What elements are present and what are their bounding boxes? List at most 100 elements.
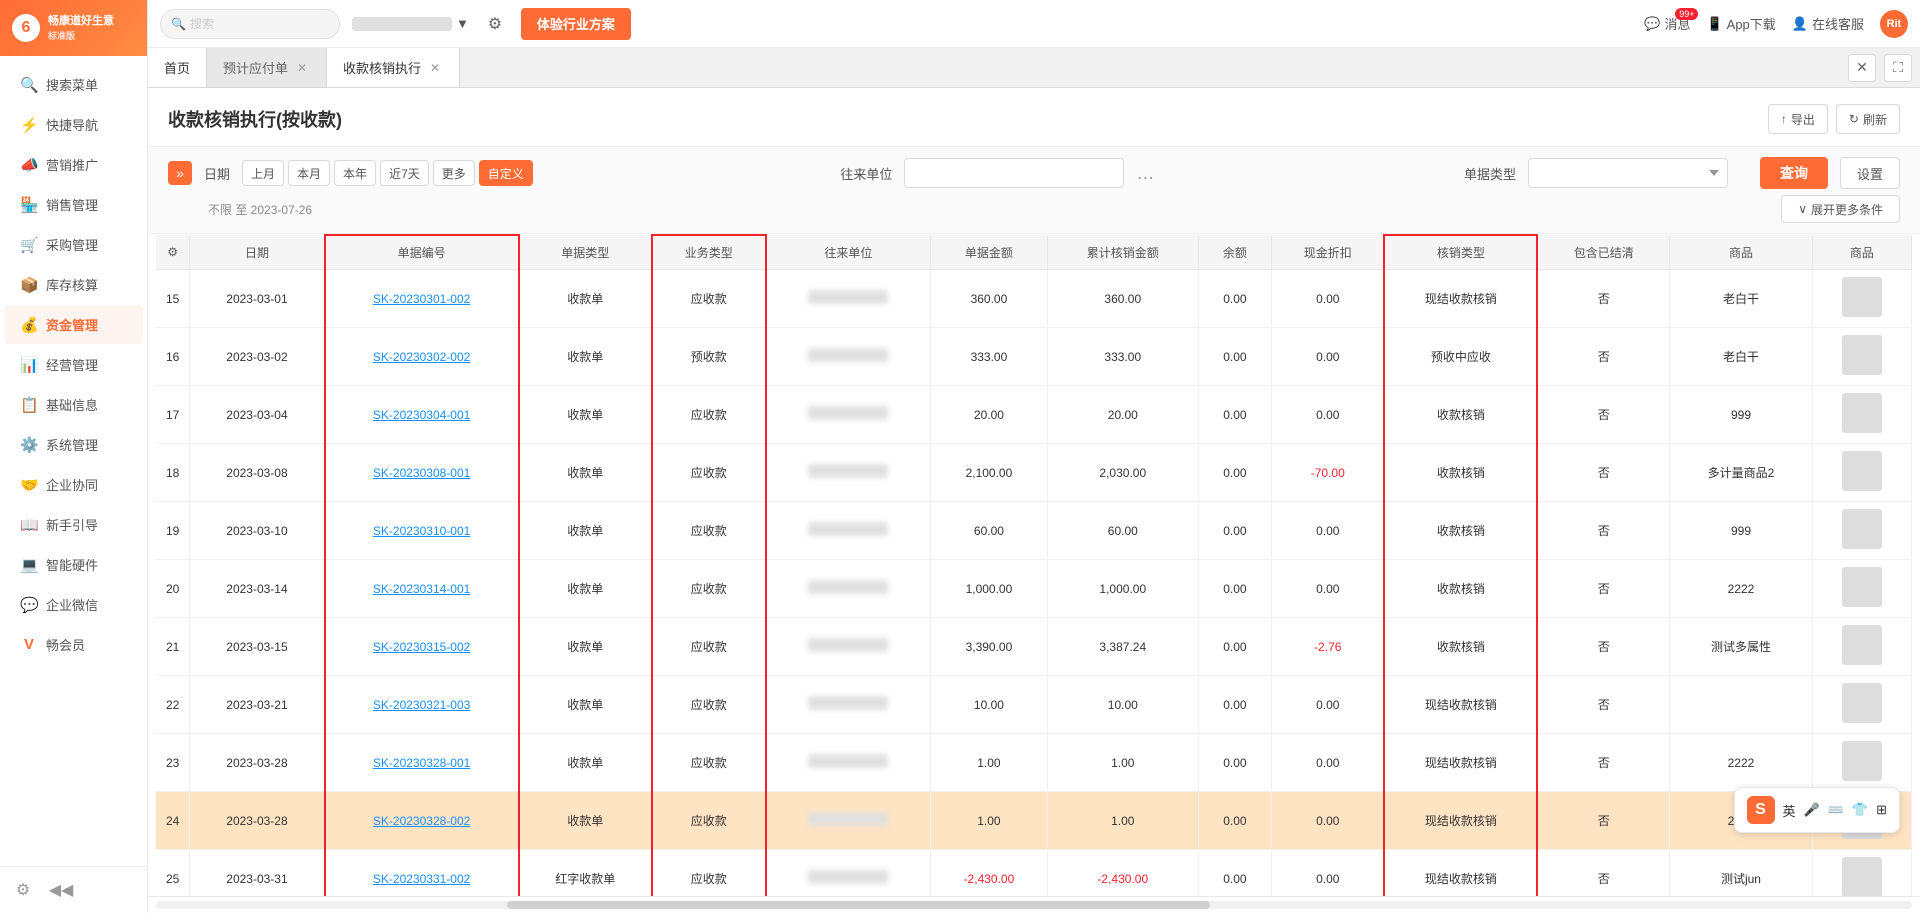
refresh-button[interactable]: ↻ 刷新 [1836, 104, 1900, 134]
gear-button[interactable]: ⚙ [481, 10, 509, 38]
sidebar-item-label: 新手引导 [46, 515, 98, 534]
industry-solution-button[interactable]: 体验行业方案 [521, 8, 631, 40]
sidebar-item-enterprise[interactable]: 🤝 企业协同 [4, 465, 143, 504]
this-year-btn[interactable]: 本年 [334, 160, 376, 186]
voucher-no-link[interactable]: SK-20230331-002 [373, 872, 470, 886]
voucher-no-link[interactable]: SK-20230328-002 [373, 814, 470, 828]
table-row: 23 2023-03-28 SK-20230328-001 收款单 应收款 1.… [156, 734, 1912, 792]
more-dates-btn[interactable]: 更多 [433, 160, 475, 186]
voucher-no-link[interactable]: SK-20230310-001 [373, 524, 470, 538]
last-month-btn[interactable]: 上月 [242, 160, 284, 186]
topbar-dropdown[interactable]: ▼ [352, 16, 469, 31]
voucher-no-link[interactable]: SK-20230315-002 [373, 640, 470, 654]
cell-voucher-type: 收款单 [519, 270, 652, 328]
sidebar-item-operations[interactable]: 📊 经营管理 [4, 345, 143, 384]
cell-goods2 [1812, 270, 1911, 328]
marketing-icon: 📣 [20, 156, 38, 174]
sidebar-item-purchase[interactable]: 🛒 采购管理 [4, 225, 143, 264]
query-button[interactable]: 查询 [1760, 157, 1828, 189]
brand-s-icon: S [1747, 796, 1775, 824]
logo-sub: 标准版 [48, 29, 114, 42]
tab-prepay[interactable]: 预计应付单 ✕ [207, 48, 327, 87]
shirt-icon[interactable]: 👕 [1852, 802, 1868, 818]
sidebar-item-system[interactable]: ⚙️ 系统管理 [4, 425, 143, 464]
cell-date: 2023-03-14 [190, 560, 325, 618]
cell-voucher-no: SK-20230301-002 [325, 270, 519, 328]
cell-amount: 2,100.00 [931, 444, 1048, 502]
settings-bottom-btn[interactable]: ⚙ [8, 875, 38, 905]
sidebar-item-member[interactable]: V 畅会员 [4, 625, 143, 664]
voucher-no-link[interactable]: SK-20230302-002 [373, 350, 470, 364]
expand-more-btn[interactable]: ∨ 展开更多条件 [1781, 195, 1900, 223]
horizontal-scrollbar[interactable] [156, 901, 1912, 909]
filter-row-1: » 日期 上月 本月 本年 近7天 更多 自定义 往来单位 … 单据类型 [168, 157, 1900, 189]
col-header-biz-type: 业务类型 [652, 235, 766, 270]
cell-goods: 测试jun [1670, 850, 1813, 897]
cell-total-cancel: 1.00 [1047, 734, 1198, 792]
tab-home[interactable]: 首页 [148, 48, 207, 87]
col-header-date: 日期 [190, 235, 325, 270]
sidebar-item-label: 销售管理 [46, 195, 98, 214]
voucher-no-link[interactable]: SK-20230321-003 [373, 698, 470, 712]
cell-biz-type: 应收款 [652, 502, 766, 560]
finance-icon: 💰 [20, 316, 38, 334]
tab-collection-exec[interactable]: 收款核销执行 ✕ [327, 48, 460, 87]
grid-icon[interactable]: ⊞ [1876, 802, 1887, 818]
table-wrapper: ⚙ 日期 单据编号 单据类型 业务类型 往来单位 单据金额 累计核销金额 余额 … [148, 234, 1920, 896]
filter-settings-button[interactable]: 设置 [1840, 157, 1900, 189]
tab-prepay-close[interactable]: ✕ [294, 60, 310, 76]
voucher-no-link[interactable]: SK-20230301-002 [373, 292, 470, 306]
main-table: ⚙ 日期 单据编号 单据类型 业务类型 往来单位 单据金额 累计核销金额 余额 … [156, 234, 1912, 896]
sidebar-item-label: 企业微信 [46, 595, 98, 614]
sidebar-item-search[interactable]: 🔍 搜索菜单 [4, 65, 143, 104]
partner-input[interactable] [904, 158, 1124, 188]
mic-icon[interactable]: 🎤 [1804, 802, 1820, 818]
table-row: 15 2023-03-01 SK-20230301-002 收款单 应收款 36… [156, 270, 1912, 328]
sidebar-item-hardware[interactable]: 💻 智能硬件 [4, 545, 143, 584]
col-header-gear[interactable]: ⚙ [156, 235, 190, 270]
cell-date: 2023-03-21 [190, 676, 325, 734]
sidebar-item-guide[interactable]: 📖 新手引导 [4, 505, 143, 544]
online-service-button[interactable]: 👤 在线客服 [1792, 14, 1864, 33]
voucher-type-select[interactable] [1528, 158, 1728, 188]
sidebar-item-quicknav[interactable]: ⚡ 快捷导航 [4, 105, 143, 144]
tab-close-all-btn[interactable]: ✕ [1848, 54, 1876, 82]
keyboard-icon[interactable]: ⌨️ [1828, 802, 1844, 818]
voucher-no-link[interactable]: SK-20230308-001 [373, 466, 470, 480]
last-7days-btn[interactable]: 近7天 [380, 160, 429, 186]
app-download-button[interactable]: 📱 App下载 [1706, 14, 1775, 33]
sidebar-item-basic[interactable]: 📋 基础信息 [4, 385, 143, 424]
voucher-no-link[interactable]: SK-20230304-001 [373, 408, 470, 422]
topbar-right: 💬 消息 99+ 📱 App下载 👤 在线客服 Rit [1644, 10, 1908, 38]
sidebar-item-finance[interactable]: 💰 资金管理 [4, 305, 143, 344]
export-button[interactable]: ↑ 导出 [1768, 104, 1828, 134]
custom-date-btn[interactable]: 自定义 [479, 160, 533, 186]
cell-num: 21 [156, 618, 190, 676]
sidebar-item-sales[interactable]: 🏪 销售管理 [4, 185, 143, 224]
sidebar-item-inventory[interactable]: 📦 库存核算 [4, 265, 143, 304]
brand-badge: S 英 🎤 ⌨️ 👕 ⊞ [1734, 787, 1900, 833]
cell-partner [766, 676, 931, 734]
cell-goods: 测试多属性 [1670, 618, 1813, 676]
topbar: 🔍 搜索 ▼ ⚙ 体验行业方案 💬 消息 99+ 📱 App下载 👤 在线客服 … [148, 0, 1920, 48]
cell-balance: 0.00 [1198, 734, 1271, 792]
topbar-search-box[interactable]: 🔍 搜索 [160, 9, 340, 39]
filter-toggle-btn[interactable]: » [168, 161, 192, 185]
date-quick-buttons: 上月 本月 本年 近7天 更多 自定义 [242, 160, 533, 186]
tab-collection-close[interactable]: ✕ [427, 60, 443, 76]
cell-voucher-type: 收款单 [519, 792, 652, 850]
cell-goods: 多计量商品2 [1670, 444, 1813, 502]
voucher-no-link[interactable]: SK-20230328-001 [373, 756, 470, 770]
user-avatar[interactable]: Rit [1880, 10, 1908, 38]
voucher-no-link[interactable]: SK-20230314-001 [373, 582, 470, 596]
cell-partner [766, 792, 931, 850]
cell-num: 19 [156, 502, 190, 560]
collapse-btn[interactable]: ◀◀ [46, 875, 76, 905]
wechat-icon: 💬 [20, 596, 38, 614]
scrollbar-thumb[interactable] [507, 901, 1209, 909]
sidebar-item-marketing[interactable]: 📣 营销推广 [4, 145, 143, 184]
this-month-btn[interactable]: 本月 [288, 160, 330, 186]
message-button[interactable]: 💬 消息 99+ [1644, 14, 1690, 33]
tab-fullscreen-btn[interactable]: ⛶ [1884, 54, 1912, 82]
sidebar-item-wechat[interactable]: 💬 企业微信 [4, 585, 143, 624]
